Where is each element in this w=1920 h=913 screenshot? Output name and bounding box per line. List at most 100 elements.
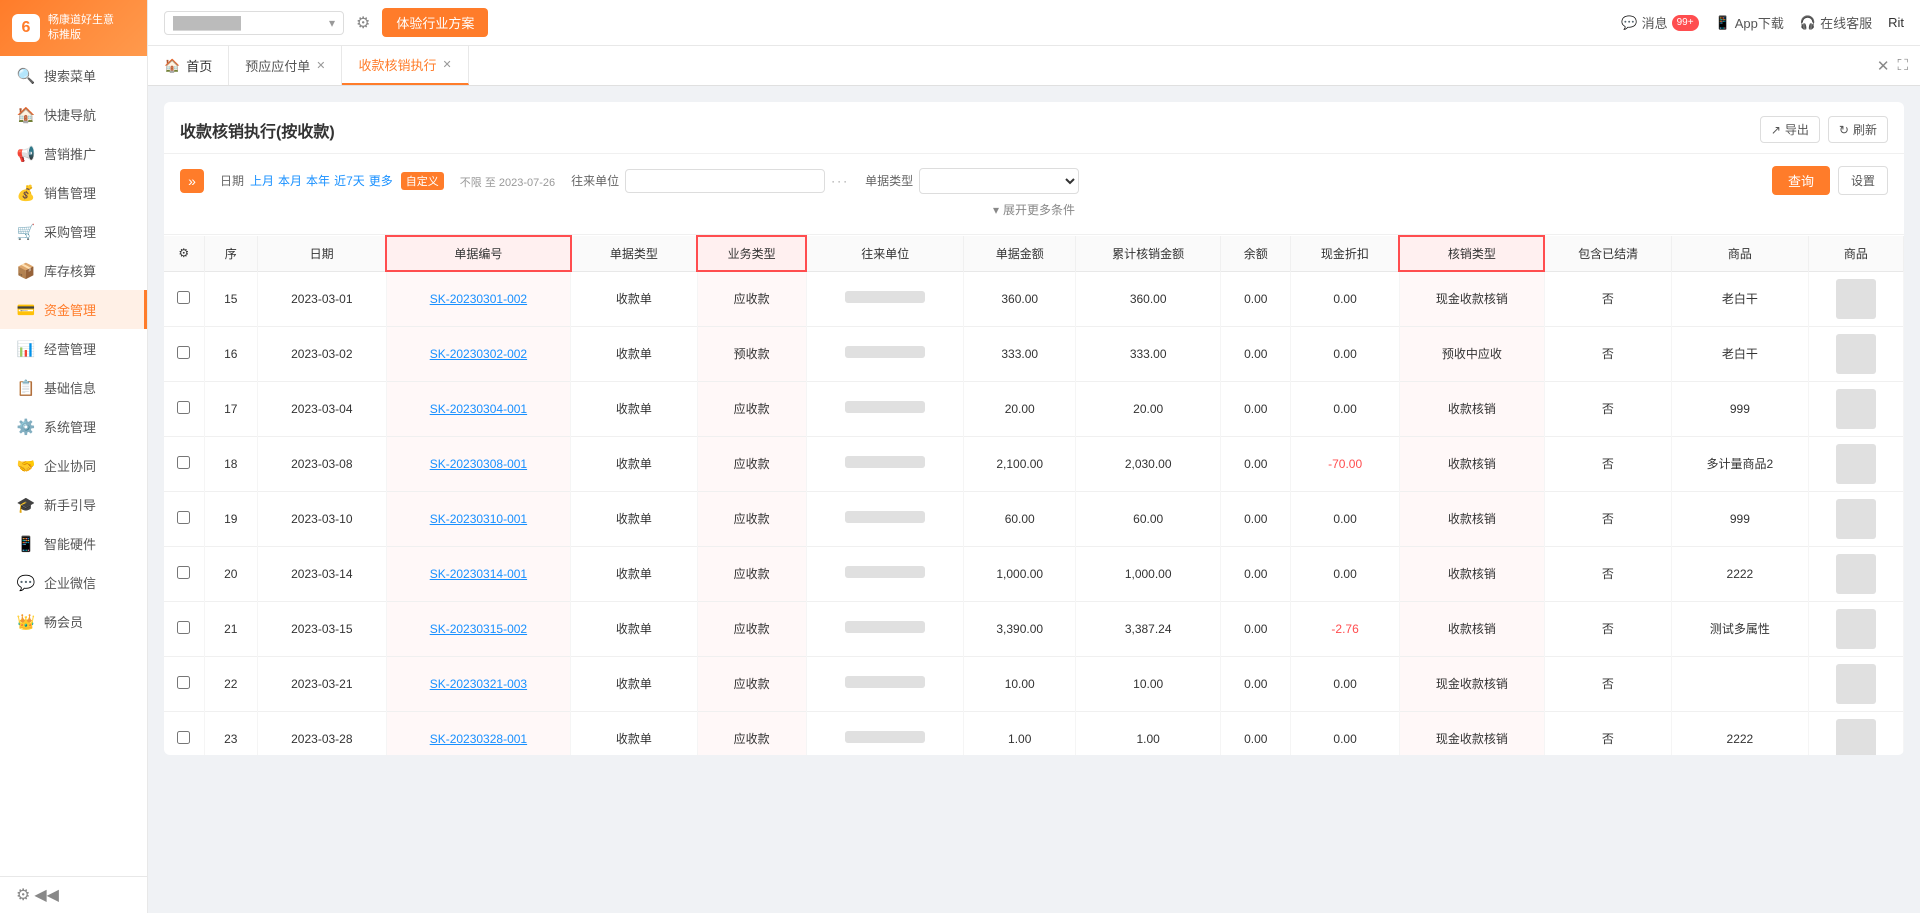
cell-cum-cancel: 10.00 <box>1076 656 1221 711</box>
date-option-this-year[interactable]: 本年 <box>306 172 330 189</box>
tab-expand-icon[interactable]: ⛶ <box>1897 57 1908 74</box>
doc-no-link[interactable]: SK-20230321-003 <box>430 677 527 691</box>
settings-icon[interactable]: ⚙ <box>178 246 189 260</box>
cell-checkbox[interactable] <box>164 656 204 711</box>
sidebar-label-operation: 经营管理 <box>44 339 96 358</box>
corp-icon: 🤝 <box>16 457 36 475</box>
sidebar-item-purchase[interactable]: 🛒采购管理 <box>0 212 147 251</box>
settings-icon[interactable]: ⚙ <box>16 885 30 905</box>
date-option-more[interactable]: 更多 <box>369 172 393 189</box>
partner-input[interactable] <box>625 169 825 193</box>
cell-goods: 999 <box>1672 491 1809 546</box>
export-button[interactable]: ↗ 导出 <box>1760 116 1820 143</box>
refresh-button[interactable]: ↻ 刷新 <box>1828 116 1888 143</box>
app-download-area[interactable]: 📱 App下载 <box>1715 13 1784 32</box>
tab-payable[interactable]: 预应应付单 ✕ <box>229 46 342 85</box>
table-row: 15 2023-03-01 SK-20230301-002 收款单 应收款 36… <box>164 271 1904 326</box>
tab-receive-exec[interactable]: 收款核销执行 ✕ <box>342 46 468 85</box>
col-date: 日期 <box>258 236 386 271</box>
cell-checkbox[interactable] <box>164 436 204 491</box>
cell-no: 16 <box>204 326 258 381</box>
marketing-icon: 📢 <box>16 145 36 163</box>
expand-more-button[interactable]: ▾ 展开更多条件 <box>993 201 1075 218</box>
tabs-bar: 🏠 首页 预应应付单 ✕ 收款核销执行 ✕ ✕ ⛶ <box>148 46 1920 86</box>
sidebar-item-corp[interactable]: 🤝企业协同 <box>0 446 147 485</box>
sidebar-item-operation[interactable]: 📊经营管理 <box>0 329 147 368</box>
sidebar-item-newbie[interactable]: 🎓新手引导 <box>0 485 147 524</box>
doc-no-link[interactable]: SK-20230328-001 <box>430 732 527 746</box>
sidebar-item-system[interactable]: ⚙️系统管理 <box>0 407 147 446</box>
sidebar-item-wechat[interactable]: 💬企业微信 <box>0 563 147 602</box>
cell-biz-type: 应收款 <box>697 491 806 546</box>
filter-expand-button[interactable]: » <box>180 169 204 193</box>
cell-checkbox[interactable] <box>164 381 204 436</box>
sidebar-item-quick-nav[interactable]: 🏠快捷导航 <box>0 95 147 134</box>
settings-button[interactable]: 设置 <box>1838 166 1888 195</box>
collapse-icon[interactable]: ◀◀ <box>34 885 59 905</box>
notification-label: 消息 <box>1642 13 1668 32</box>
cell-checkbox[interactable] <box>164 271 204 326</box>
cell-checkbox[interactable] <box>164 326 204 381</box>
topbar-gear-icon[interactable]: ⚙ <box>356 13 370 33</box>
sidebar-item-sales[interactable]: 💰销售管理 <box>0 173 147 212</box>
date-option-this-month[interactable]: 本月 <box>278 172 302 189</box>
cell-partner <box>806 546 964 601</box>
tab-home[interactable]: 🏠 首页 <box>148 46 229 85</box>
tab-payable-close-icon[interactable]: ✕ <box>316 59 325 72</box>
topbar-select[interactable]: ████████ ▾ <box>164 11 344 35</box>
cell-goods2 <box>1808 711 1903 755</box>
sidebar-item-vip[interactable]: 👑畅会员 <box>0 602 147 641</box>
cell-checkbox[interactable] <box>164 491 204 546</box>
cell-doc-type: 收款单 <box>571 271 697 326</box>
tab-close-all-icon[interactable]: ✕ <box>1877 57 1890 75</box>
sidebar-item-finance[interactable]: 💳资金管理 <box>0 290 147 329</box>
doc-no-link[interactable]: SK-20230302-002 <box>430 347 527 361</box>
doc-no-link[interactable]: SK-20230304-001 <box>430 402 527 416</box>
cell-checkbox[interactable] <box>164 711 204 755</box>
online-service-label: 在线客服 <box>1820 13 1872 32</box>
sidebar-item-marketing[interactable]: 📢 营销推广 <box>0 134 147 173</box>
doc-no-link[interactable]: SK-20230314-001 <box>430 567 527 581</box>
doc-no-link[interactable]: SK-20230301-002 <box>430 292 527 306</box>
sidebar-item-search[interactable]: 🔍搜索菜单 <box>0 56 147 95</box>
sidebar-label-inventory: 库存核算 <box>44 261 96 280</box>
doctype-select[interactable] <box>919 168 1079 194</box>
doc-no-link[interactable]: SK-20230308-001 <box>430 457 527 471</box>
cell-cum-cancel: 2,030.00 <box>1076 436 1221 491</box>
cell-goods: 测试多属性 <box>1672 601 1809 656</box>
query-button[interactable]: 查询 <box>1772 166 1830 195</box>
cell-partner <box>806 601 964 656</box>
sidebar-label-basic: 基础信息 <box>44 378 96 397</box>
table-row: 20 2023-03-14 SK-20230314-001 收款单 应收款 1,… <box>164 546 1904 601</box>
doc-no-link[interactable]: SK-20230315-002 <box>430 622 527 636</box>
user-area[interactable]: Rit <box>1888 15 1904 30</box>
sidebar-label-marketing: 营销推广 <box>44 144 96 163</box>
doc-no-link[interactable]: SK-20230310-001 <box>430 512 527 526</box>
date-option-7days[interactable]: 近7天 <box>334 172 365 189</box>
online-service-area[interactable]: 🎧 在线客服 <box>1800 13 1872 32</box>
tab-receive-exec-close-icon[interactable]: ✕ <box>442 58 451 71</box>
cell-checkbox[interactable] <box>164 601 204 656</box>
table-row: 21 2023-03-15 SK-20230315-002 收款单 应收款 3,… <box>164 601 1904 656</box>
sidebar: 6 畅康道好生意 标推版 🔍搜索菜单🏠快捷导航📢营销推广💰销售管理🛒采购管理📦库… <box>0 0 148 913</box>
sidebar-item-inventory[interactable]: 📦库存核算 <box>0 251 147 290</box>
col-cum-cancel: 累计核销金额 <box>1076 236 1221 271</box>
topbar-select-placeholder: ████████ <box>173 16 241 30</box>
col-biz-type: 业务类型 <box>697 236 806 271</box>
date-option-last-month[interactable]: 上月 <box>250 172 274 189</box>
topbar-right: 💬 消息 99+ 📱 App下载 🎧 在线客服 Rit <box>1621 13 1904 32</box>
notification-area[interactable]: 💬 消息 99+ <box>1621 13 1698 32</box>
col-settings[interactable]: ⚙ <box>164 236 204 271</box>
cell-checkbox[interactable] <box>164 546 204 601</box>
cell-no: 22 <box>204 656 258 711</box>
sidebar-menu: 🔍搜索菜单🏠快捷导航 📢 营销推广 💰销售管理🛒采购管理📦库存核算💳资金管理📊经营管理… <box>0 56 147 876</box>
industry-btn[interactable]: 体验行业方案 <box>382 8 488 37</box>
date-custom-badge[interactable]: 自定义 <box>401 172 444 190</box>
sidebar-item-hardware[interactable]: 📱智能硬件 <box>0 524 147 563</box>
cell-balance: 0.00 <box>1221 656 1291 711</box>
cell-balance: 0.00 <box>1221 381 1291 436</box>
vip-icon: 👑 <box>16 613 36 631</box>
sidebar-item-basic[interactable]: 📋基础信息 <box>0 368 147 407</box>
refresh-icon: ↻ <box>1839 123 1849 137</box>
cell-doc-type: 收款单 <box>571 491 697 546</box>
